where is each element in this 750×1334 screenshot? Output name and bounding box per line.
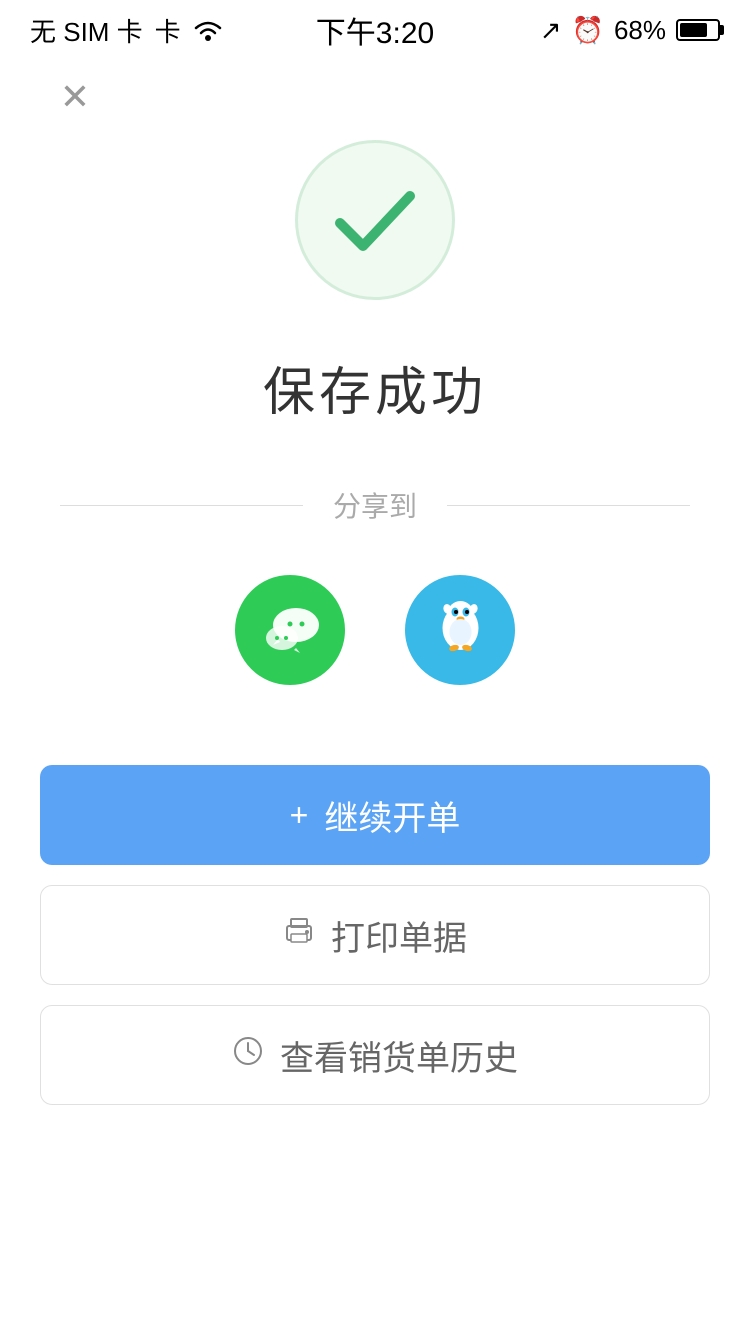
print-button[interactable]: 打印单据 xyxy=(40,885,710,985)
close-button[interactable]: ✕ xyxy=(50,72,100,122)
share-divider: 分享到 xyxy=(0,485,750,525)
battery-icon xyxy=(676,19,720,41)
qq-icon xyxy=(433,598,488,663)
history-icon xyxy=(232,1035,264,1075)
qq-share-button[interactable] xyxy=(405,575,515,685)
history-label: 查看销货单历史 xyxy=(280,1031,518,1080)
location-icon: ↗ xyxy=(540,15,562,46)
carrier-text: 无 SIM 卡 xyxy=(30,12,143,49)
close-icon: ✕ xyxy=(60,79,90,115)
action-buttons: + 继续开单 打印单据 查看销货单历史 xyxy=(0,765,750,1105)
checkmark-icon xyxy=(335,188,415,253)
history-button[interactable]: 查看销货单历史 xyxy=(40,1005,710,1105)
success-icon-circle xyxy=(295,140,455,300)
sim-card-icon: 卡 xyxy=(155,12,181,49)
wechat-icon xyxy=(258,603,323,658)
status-bar: 无 SIM 卡 卡 下午3:20 ↗ ⏰ 68% xyxy=(0,0,750,60)
divider-right xyxy=(447,505,690,506)
status-left: 无 SIM 卡 卡 xyxy=(30,12,223,49)
success-title: 保存成功 xyxy=(263,350,487,425)
print-label: 打印单据 xyxy=(331,911,467,960)
alarm-icon: ⏰ xyxy=(572,15,604,46)
printer-icon xyxy=(283,916,315,954)
share-icons-container xyxy=(235,575,515,685)
divider-left xyxy=(60,505,303,506)
continue-button[interactable]: + 继续开单 xyxy=(40,765,710,865)
status-time: 下午3:20 xyxy=(316,8,434,52)
wechat-share-button[interactable] xyxy=(235,575,345,685)
status-right: ↗ ⏰ 68% xyxy=(540,15,720,46)
share-label: 分享到 xyxy=(303,485,447,525)
continue-label: 继续开单 xyxy=(324,791,460,840)
plus-icon: + xyxy=(290,797,309,834)
battery-text: 68% xyxy=(614,15,666,46)
wifi-icon xyxy=(193,19,223,41)
main-content: 保存成功 分享到 xyxy=(0,60,750,1105)
